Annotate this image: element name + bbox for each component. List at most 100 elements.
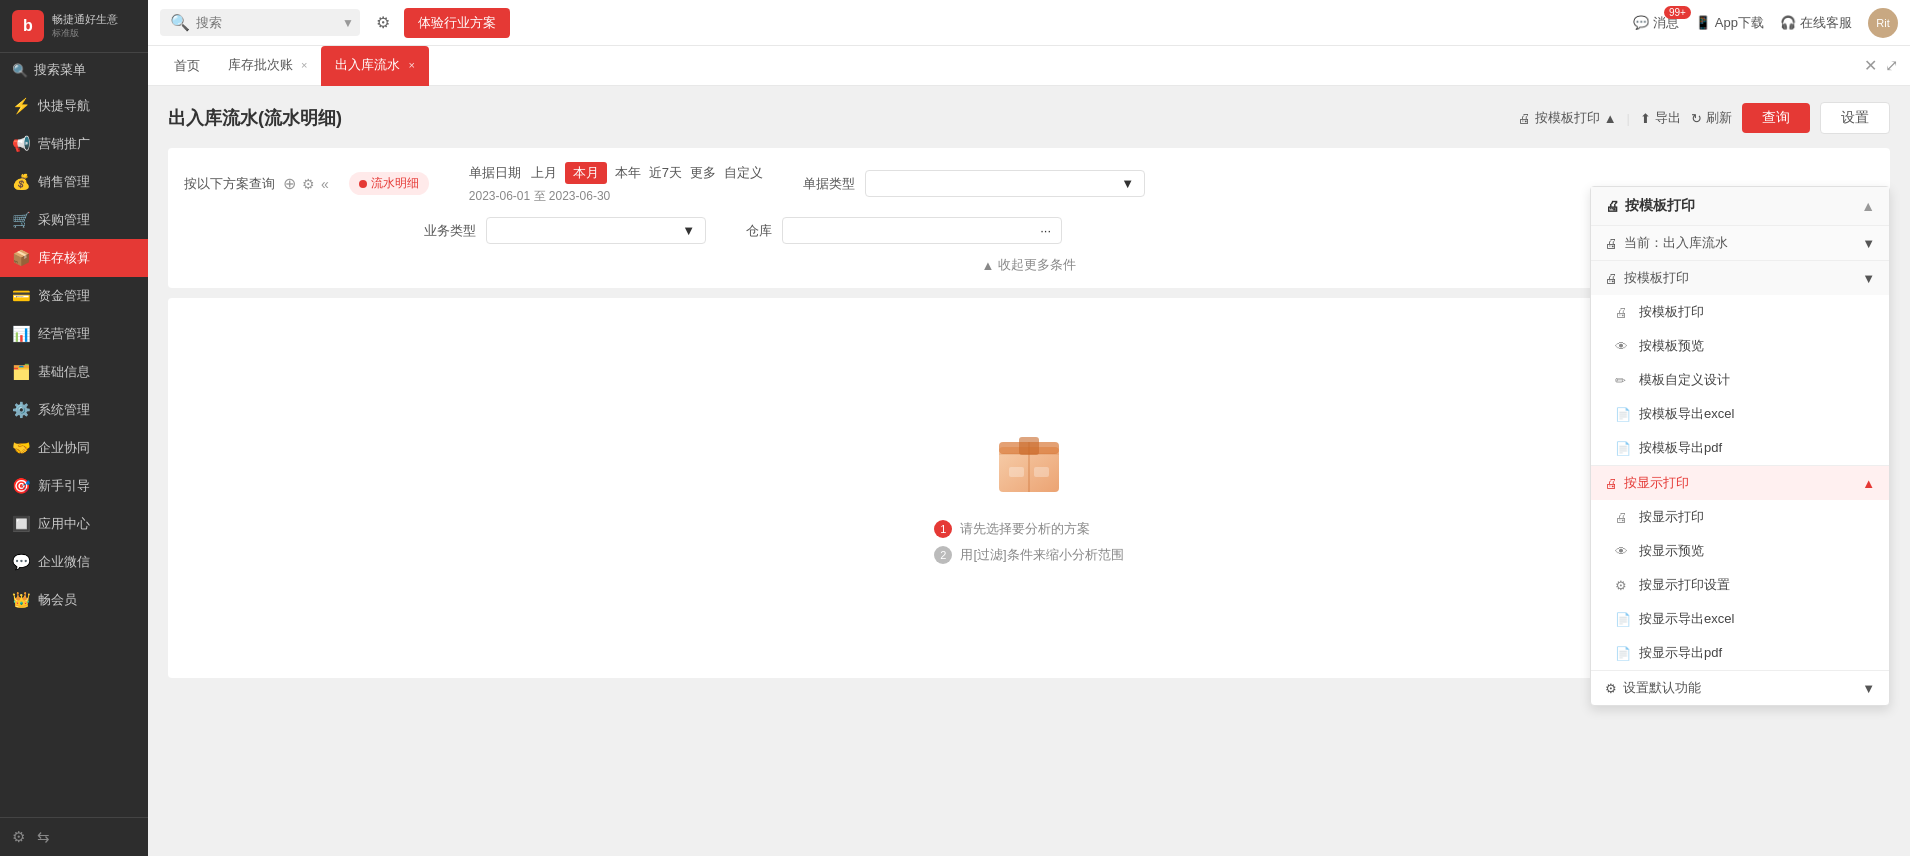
avatar[interactable]: Rit xyxy=(1868,8,1898,38)
dropdown-item-display-pdf[interactable]: 📄 按显示导出pdf xyxy=(1591,636,1889,670)
query-button[interactable]: 查询 xyxy=(1742,103,1810,133)
maximize-icon[interactable]: ⤢ xyxy=(1885,56,1898,75)
dropdown-item-display-settings[interactable]: ⚙ 按显示打印设置 xyxy=(1591,568,1889,602)
sidebar-item-system[interactable]: ⚙️ 系统管理 xyxy=(0,391,148,429)
dropdown-title: 🖨 按模板打印 xyxy=(1605,197,1695,215)
export-label: 导出 xyxy=(1655,109,1681,127)
export-btn[interactable]: ⬆ 导出 xyxy=(1640,109,1681,127)
tab-close-icon[interactable]: × xyxy=(408,59,414,71)
cooperation-icon: 🤝 xyxy=(12,439,30,457)
search-input[interactable] xyxy=(196,15,336,30)
message-btn[interactable]: 💬 消息 99+ xyxy=(1633,14,1679,32)
sidebar-item-basic[interactable]: 🗂️ 基础信息 xyxy=(0,353,148,391)
tab-batch-ledger[interactable]: 库存批次账 × xyxy=(214,46,321,86)
item-label: 按显示导出excel xyxy=(1639,610,1734,628)
search-label: 搜索菜单 xyxy=(34,61,86,79)
print-template-btn[interactable]: 🖨 按模板打印 ▲ xyxy=(1518,109,1617,127)
date-tab-custom[interactable]: 自定义 xyxy=(724,164,763,182)
sidebar-item-label: 企业协同 xyxy=(38,439,90,457)
toggle-icon[interactable]: ⇆ xyxy=(37,828,50,846)
doc-type-label: 单据类型 xyxy=(803,175,855,193)
dropdown-item-display-print[interactable]: 🖨 按显示打印 xyxy=(1591,500,1889,534)
dropdown-item-template-pdf[interactable]: 📄 按模板导出pdf xyxy=(1591,431,1889,465)
sidebar-item-cooperation[interactable]: 🤝 企业协同 xyxy=(0,429,148,467)
dropdown-item-display-excel[interactable]: 📄 按显示导出excel xyxy=(1591,602,1889,636)
collapse-left-icon[interactable]: « xyxy=(321,176,329,192)
printer-icon: 🖨 xyxy=(1518,111,1531,126)
brand-name: 畅捷通好生意 xyxy=(52,12,118,26)
item-label: 按显示预览 xyxy=(1639,542,1704,560)
sales-icon: 💰 xyxy=(12,173,30,191)
purchase-icon: 🛒 xyxy=(12,211,30,229)
logo-icon: b xyxy=(12,10,44,42)
printer-icon: 🖨 xyxy=(1605,271,1618,286)
industry-btn[interactable]: 体验行业方案 xyxy=(404,8,510,38)
sidebar-item-purchase[interactable]: 🛒 采购管理 xyxy=(0,201,148,239)
dropdown-header: 🖨 按模板打印 ▲ xyxy=(1591,187,1889,226)
sidebar-item-sales[interactable]: 💰 销售管理 xyxy=(0,163,148,201)
collapse-btn[interactable]: ▲ 收起更多条件 xyxy=(982,256,1077,274)
tab-home[interactable]: 首页 xyxy=(160,46,214,86)
sidebar-item-wechat[interactable]: 💬 企业微信 xyxy=(0,543,148,581)
settings-icon[interactable]: ⚙ xyxy=(12,828,25,846)
date-tab-last-month[interactable]: 上月 xyxy=(531,164,557,182)
template-print-header[interactable]: 🖨 按模板打印 ▼ xyxy=(1591,261,1889,295)
date-tab-last7[interactable]: 近7天 xyxy=(649,164,682,182)
dropdown-footer[interactable]: ⚙ 设置默认功能 ▼ xyxy=(1591,671,1889,705)
filter-tag[interactable]: 流水明细 xyxy=(349,172,429,195)
sidebar-item-operations[interactable]: 📊 经营管理 xyxy=(0,315,148,353)
biz-type-select[interactable]: ▼ xyxy=(486,217,706,244)
current-icon: 🖨 xyxy=(1605,236,1618,251)
header-search-box[interactable]: 🔍 ▼ xyxy=(160,9,360,36)
dropdown-item-template-excel[interactable]: 📄 按模板导出excel xyxy=(1591,397,1889,431)
tab-inout-flow[interactable]: 出入库流水 × xyxy=(321,46,428,86)
refresh-btn[interactable]: ↻ 刷新 xyxy=(1691,109,1732,127)
close-icon[interactable]: ✕ xyxy=(1864,56,1877,75)
app-download-label: App下载 xyxy=(1715,14,1764,32)
doc-type-select[interactable]: ▼ xyxy=(865,170,1145,197)
online-service-btn[interactable]: 🎧 在线客服 xyxy=(1780,14,1852,32)
sidebar-item-label: 经营管理 xyxy=(38,325,90,343)
warehouse-select[interactable]: ··· xyxy=(782,217,1062,244)
tab-label: 库存批次账 xyxy=(228,56,293,74)
sidebar-item-appcenter[interactable]: 🔲 应用中心 xyxy=(0,505,148,543)
dropdown-item-template-preview[interactable]: 👁 按模板预览 xyxy=(1591,329,1889,363)
collapse-label: 收起更多条件 xyxy=(998,256,1076,274)
sidebar-search[interactable]: 🔍 搜索菜单 xyxy=(0,53,148,87)
page-actions: 🖨 按模板打印 ▲ | ⬆ 导出 ↻ 刷新 查询 设置 xyxy=(1518,102,1890,134)
date-tabs: 上月 本月 本年 近7天 更多 自定义 xyxy=(531,162,763,184)
date-range: 2023-06-01 至 2023-06-30 xyxy=(469,188,763,205)
sidebar-item-quick-nav[interactable]: ⚡ 快捷导航 xyxy=(0,87,148,125)
sidebar-item-marketing[interactable]: 📢 营销推广 xyxy=(0,125,148,163)
page-title: 出入库流水(流水明细) xyxy=(168,106,342,130)
add-icon[interactable]: ⊕ xyxy=(283,174,296,193)
sidebar-item-label: 营销推广 xyxy=(38,135,90,153)
date-tab-more[interactable]: 更多 xyxy=(690,164,716,182)
app-download-btn[interactable]: 📱 App下载 xyxy=(1695,14,1764,32)
sidebar-item-member[interactable]: 👑 畅会员 xyxy=(0,581,148,619)
item-label: 按显示打印 xyxy=(1639,508,1704,526)
display-print-header[interactable]: 🖨 按显示打印 ▲ xyxy=(1591,466,1889,500)
tab-close-icon[interactable]: × xyxy=(301,59,307,71)
date-tab-this-year[interactable]: 本年 xyxy=(615,164,641,182)
sidebar-item-inventory[interactable]: 📦 库存核算 xyxy=(0,239,148,277)
dropdown-collapse-icon[interactable]: ▲ xyxy=(1861,198,1875,214)
sidebar-item-finance[interactable]: 💳 资金管理 xyxy=(0,277,148,315)
date-tab-this-month[interactable]: 本月 xyxy=(565,162,607,184)
sidebar-item-label: 基础信息 xyxy=(38,363,90,381)
dropdown-item-template-custom[interactable]: ✏ 模板自定义设计 xyxy=(1591,363,1889,397)
sidebar-bottom: ⚙ ⇆ xyxy=(0,817,148,856)
gear-icon[interactable]: ⚙ xyxy=(376,13,390,32)
dropdown-item-display-preview[interactable]: 👁 按显示预览 xyxy=(1591,534,1889,568)
dropdown-title-label: 按模板打印 xyxy=(1625,197,1695,215)
settings-icon[interactable]: ⚙ xyxy=(302,176,315,192)
window-controls: ✕ ⤢ xyxy=(1864,56,1898,75)
dropdown-item-template-print[interactable]: 🖨 按模板打印 xyxy=(1591,295,1889,329)
item-label: 按模板导出excel xyxy=(1639,405,1734,423)
page-title-bar: 出入库流水(流水明细) 🖨 按模板打印 ▲ | ⬆ 导出 ↻ 刷新 xyxy=(168,102,1890,134)
sidebar-item-guide[interactable]: 🎯 新手引导 xyxy=(0,467,148,505)
settings-button[interactable]: 设置 xyxy=(1820,102,1890,134)
item-label: 按显示打印设置 xyxy=(1639,576,1730,594)
chevron-up-icon: ▲ xyxy=(1604,111,1617,126)
section-label: 按模板打印 xyxy=(1624,269,1689,287)
